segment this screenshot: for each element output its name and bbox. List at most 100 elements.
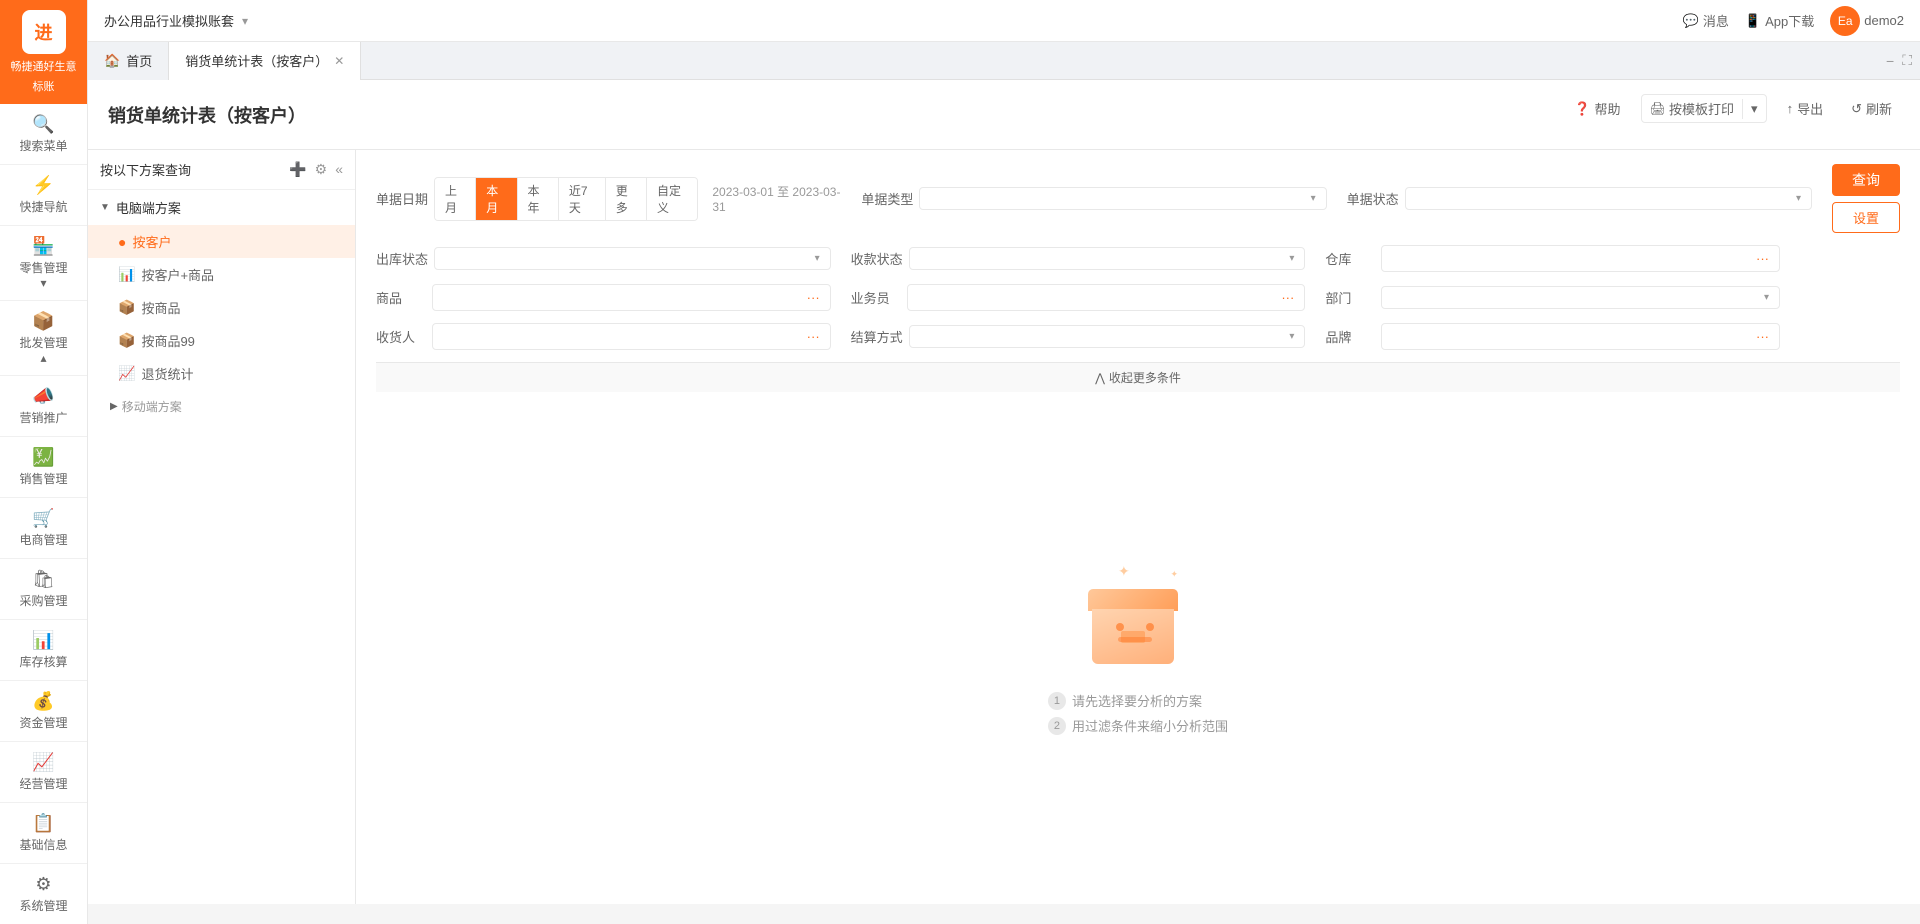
collapse-bar[interactable]: ⋀ 收起更多条件 <box>376 362 1900 392</box>
ecommerce-icon: 🛒 <box>32 508 54 529</box>
tree-item-by-customer-goods[interactable]: 📊 按客户+商品 <box>88 258 355 291</box>
sidebar-logo: 进 畅捷通好生意 标账 <box>0 0 87 104</box>
content-area: 销货单统计表（按客户） ❓ 帮助 🖨 按模板打印 ▾ ↑ 导出 <box>88 80 1920 924</box>
sidebar-item-operations[interactable]: 📈 经营管理 <box>0 742 87 803</box>
sidebar-item-sales[interactable]: 💹 销售管理 <box>0 437 87 498</box>
tab-close-icon[interactable]: ✕ <box>334 54 344 68</box>
filter-brand: 品牌 ··· <box>1325 323 1780 350</box>
query-button[interactable]: 查询 <box>1832 164 1900 196</box>
filter-receiver-input[interactable]: ··· <box>432 323 831 350</box>
query-settings-area: 查询 设置 <box>1832 164 1900 233</box>
purchase-icon: 🛍 <box>32 569 55 590</box>
collapse-panel-icon[interactable]: « <box>335 161 343 178</box>
filter-settlement: 结算方式 ▾ <box>851 325 1306 348</box>
page-header: 销货单统计表（按客户） ❓ 帮助 🖨 按模板打印 ▾ ↑ 导出 <box>88 80 1920 150</box>
sidebar-item-basicinfo[interactable]: 📋 基础信息 <box>0 803 87 864</box>
filter-row-2: 出库状态 ▾ 收款状态 ▾ <box>376 245 1900 272</box>
tab-maximize-icon[interactable]: ⛶ <box>1902 52 1912 69</box>
filter-goods: 商品 ··· <box>376 284 831 311</box>
filter-out-status-arrow: ▾ <box>815 253 820 264</box>
hint-text-1: 请先选择要分析的方案 <box>1072 691 1202 710</box>
tree-item-label: 退货统计 <box>141 364 193 383</box>
export-btn[interactable]: ↑ 导出 <box>1779 95 1832 122</box>
settings-scheme-icon[interactable]: ⚙ <box>315 161 328 178</box>
date-btn-lastmonth[interactable]: 上月 <box>435 178 476 220</box>
add-scheme-icon[interactable]: ➕ <box>289 161 306 178</box>
filter-doc-type-label: 单据类型 <box>861 189 913 208</box>
filter-department-input[interactable]: ▾ <box>1381 286 1780 309</box>
left-panel-icons: ➕ ⚙ « <box>289 161 343 178</box>
refresh-btn[interactable]: ↺ 刷新 <box>1843 95 1900 122</box>
filter-out-status-input[interactable]: ▾ <box>434 247 831 270</box>
filter-salesperson-label: 业务员 <box>851 288 901 307</box>
sidebar-item-label: 经营管理 <box>19 775 67 792</box>
box-dot2 <box>1146 623 1154 631</box>
sidebar-item-marketing[interactable]: 📣 营销推广 <box>0 376 87 437</box>
export-label: 导出 <box>1797 99 1823 118</box>
goods99-icon: 📦 <box>118 332 135 349</box>
hint-num-1: 1 <box>1048 692 1066 710</box>
filter-doc-type-input[interactable]: ▾ <box>919 187 1326 210</box>
tree-group-mobile[interactable]: ▶ 移动端方案 <box>88 390 355 423</box>
date-btn-more[interactable]: 更多 <box>606 178 647 220</box>
tree-item-by-goods99[interactable]: 📦 按商品99 <box>88 324 355 357</box>
sidebar-item-purchase[interactable]: 🛍 采购管理 <box>0 559 87 620</box>
sidebar-item-label: 基础信息 <box>19 836 67 853</box>
user-area[interactable]: Ea demo2 <box>1830 6 1904 36</box>
message-icon: 💬 <box>1683 13 1699 29</box>
filter-brand-label: 品牌 <box>1325 327 1375 346</box>
filter-recv-status-input[interactable]: ▾ <box>909 247 1306 270</box>
sales-icon: 💹 <box>32 447 54 468</box>
filter-out-status: 出库状态 ▾ <box>376 247 831 270</box>
message-btn[interactable]: 💬 消息 <box>1683 11 1729 30</box>
sidebar-item-finance[interactable]: 💰 资金管理 <box>0 681 87 742</box>
tree-item-by-goods[interactable]: 📦 按商品 <box>88 291 355 324</box>
collapse-label: 收起更多条件 <box>1109 369 1181 386</box>
sidebar-item-label: 电商管理 <box>19 531 67 548</box>
help-btn[interactable]: ❓ 帮助 <box>1566 95 1628 122</box>
export-icon: ↑ <box>1787 101 1794 116</box>
filter-doc-status: 单据状态 ▾ <box>1347 187 1812 210</box>
template-print-main[interactable]: 🖨 按模板打印 <box>1642 95 1743 122</box>
template-print-arrow[interactable]: ▾ <box>1743 97 1766 121</box>
sidebar-item-label: 零售管理 <box>19 259 67 276</box>
tab-sales-stat[interactable]: 销货单统计表（按客户） ✕ <box>169 42 361 80</box>
sidebar-item-system[interactable]: ⚙ 系统管理 <box>0 864 87 924</box>
hint-text-2: 用过滤条件来缩小分析范围 <box>1072 716 1228 735</box>
return-stat-icon: 📈 <box>118 365 135 382</box>
filter-warehouse: 仓库 ··· <box>1325 245 1780 272</box>
tree-item-return-stat[interactable]: 📈 退货统计 <box>88 357 355 390</box>
sidebar-item-search[interactable]: 🔍 搜索菜单 <box>0 104 87 165</box>
filter-receiver-label: 收货人 <box>376 327 426 346</box>
tree-group-desktop[interactable]: ▼ 电脑端方案 <box>88 190 355 225</box>
date-btn-last7[interactable]: 近7天 <box>559 178 606 220</box>
filter-brand-input[interactable]: ··· <box>1381 323 1780 350</box>
expand-icon: ▾ <box>40 276 46 290</box>
filter-warehouse-input[interactable]: ··· <box>1381 245 1780 272</box>
date-btn-custom[interactable]: 自定义 <box>647 178 697 220</box>
filter-doc-status-input[interactable]: ▾ <box>1405 187 1812 210</box>
app-download-btn[interactable]: 📱 App下载 <box>1745 11 1814 30</box>
hint-num-2: 2 <box>1048 717 1066 735</box>
filter-settlement-input[interactable]: ▾ <box>909 325 1306 348</box>
sidebar-item-label: 搜索菜单 <box>19 137 67 154</box>
sidebar-item-label: 快捷导航 <box>19 198 67 215</box>
sidebar-item-retail[interactable]: 🏪 零售管理 ▾ <box>0 226 87 301</box>
settings-button[interactable]: 设置 <box>1832 202 1900 233</box>
inner-layout: 按以下方案查询 ➕ ⚙ « ▼ 电脑端方案 ● 按客户 <box>88 150 1920 904</box>
filter-doc-status-label: 单据状态 <box>1347 189 1399 208</box>
sidebar-item-wholesale[interactable]: 📦 批发管理 ▴ <box>0 301 87 376</box>
sidebar-item-ecommerce[interactable]: 🛒 电商管理 <box>0 498 87 559</box>
date-btn-thismonth[interactable]: 本月 <box>476 178 517 220</box>
sidebar-item-label: 批发管理 <box>19 334 67 351</box>
tab-home[interactable]: 🏠 首页 <box>88 42 169 80</box>
date-range: 2023-03-01 至 2023-03-31 <box>712 183 841 214</box>
filter-salesperson-input[interactable]: ··· <box>907 284 1306 311</box>
tab-minimize-icon[interactable]: − <box>1886 53 1894 69</box>
filter-goods-input[interactable]: ··· <box>432 284 831 311</box>
sidebar-item-inventory[interactable]: 📊 库存核算 <box>0 620 87 681</box>
sidebar-item-quicknav[interactable]: ⚡ 快捷导航 <box>0 165 87 226</box>
date-btn-thisyear[interactable]: 本年 <box>518 178 559 220</box>
tree-item-by-customer[interactable]: ● 按客户 <box>88 225 355 258</box>
date-label: 单据日期 <box>376 189 428 208</box>
